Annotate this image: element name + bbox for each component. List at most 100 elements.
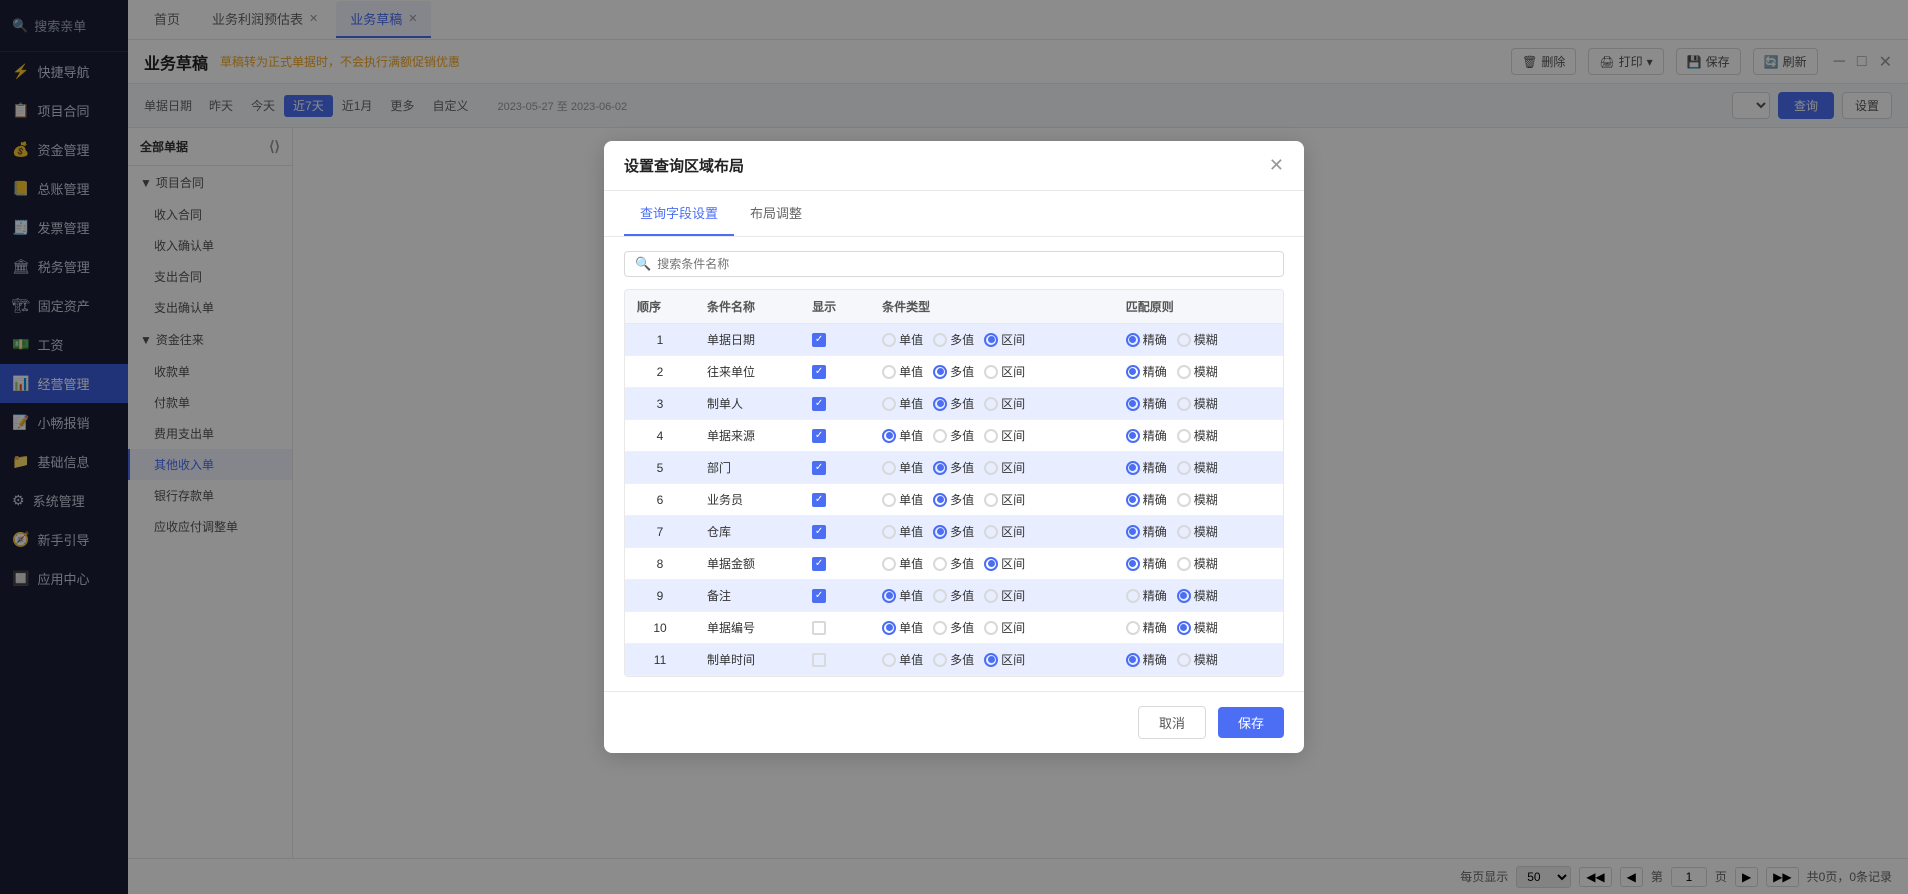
row-match-4[interactable]: 精确模糊	[1114, 452, 1283, 484]
row-type-8[interactable]: 单值多值区间	[870, 580, 1114, 612]
save-button[interactable]: 保存	[1218, 707, 1284, 738]
radio-range-7[interactable]: 区间	[984, 555, 1025, 572]
row-type-7[interactable]: 单值多值区间	[870, 548, 1114, 580]
radio-fuzzy-7[interactable]: 模糊	[1177, 555, 1218, 572]
radio-fuzzy-2[interactable]: 模糊	[1177, 395, 1218, 412]
checkbox-show-4[interactable]	[812, 461, 826, 475]
radio-single-9[interactable]: 单值	[882, 619, 923, 636]
radio-multi-8[interactable]: 多值	[933, 587, 974, 604]
checkbox-show-0[interactable]	[812, 333, 826, 347]
row-match-10[interactable]: 精确模糊	[1114, 644, 1283, 676]
row-show-3[interactable]	[800, 420, 870, 452]
row-type-1[interactable]: 单值多值区间	[870, 356, 1114, 388]
radio-fuzzy-8[interactable]: 模糊	[1177, 587, 1218, 604]
checkbox-show-8[interactable]	[812, 589, 826, 603]
radio-multi-5[interactable]: 多值	[933, 491, 974, 508]
checkbox-show-5[interactable]	[812, 493, 826, 507]
radio-range-1[interactable]: 区间	[984, 363, 1025, 380]
row-type-0[interactable]: 单值多值区间	[870, 324, 1114, 356]
radio-exact-5[interactable]: 精确	[1126, 491, 1167, 508]
row-show-7[interactable]	[800, 548, 870, 580]
radio-fuzzy-0[interactable]: 模糊	[1177, 331, 1218, 348]
radio-range-9[interactable]: 区间	[984, 619, 1025, 636]
radio-multi-3[interactable]: 多值	[933, 427, 974, 444]
radio-single-0[interactable]: 单值	[882, 331, 923, 348]
radio-single-10[interactable]: 单值	[882, 651, 923, 668]
row-type-3[interactable]: 单值多值区间	[870, 420, 1114, 452]
radio-range-4[interactable]: 区间	[984, 459, 1025, 476]
radio-multi-6[interactable]: 多值	[933, 523, 974, 540]
modal-overlay[interactable]: 设置查询区域布局 ✕ 查询字段设置布局调整 🔍 顺序条件名称显示条件类型匹配原则…	[0, 0, 1908, 894]
row-show-6[interactable]	[800, 516, 870, 548]
radio-range-8[interactable]: 区间	[984, 587, 1025, 604]
row-match-2[interactable]: 精确模糊	[1114, 388, 1283, 420]
row-type-10[interactable]: 单值多值区间	[870, 644, 1114, 676]
radio-exact-4[interactable]: 精确	[1126, 459, 1167, 476]
row-match-0[interactable]: 精确模糊	[1114, 324, 1283, 356]
row-type-2[interactable]: 单值多值区间	[870, 388, 1114, 420]
radio-range-0[interactable]: 区间	[984, 331, 1025, 348]
radio-exact-1[interactable]: 精确	[1126, 363, 1167, 380]
radio-multi-7[interactable]: 多值	[933, 555, 974, 572]
radio-single-6[interactable]: 单值	[882, 523, 923, 540]
radio-exact-0[interactable]: 精确	[1126, 331, 1167, 348]
radio-exact-6[interactable]: 精确	[1126, 523, 1167, 540]
checkbox-show-10[interactable]	[812, 653, 826, 667]
checkbox-show-7[interactable]	[812, 557, 826, 571]
radio-single-5[interactable]: 单值	[882, 491, 923, 508]
radio-fuzzy-3[interactable]: 模糊	[1177, 427, 1218, 444]
radio-single-8[interactable]: 单值	[882, 587, 923, 604]
radio-exact-9[interactable]: 精确	[1126, 619, 1167, 636]
modal-tab-0[interactable]: 查询字段设置	[624, 191, 734, 236]
row-show-10[interactable]	[800, 644, 870, 676]
row-match-9[interactable]: 精确模糊	[1114, 612, 1283, 644]
radio-multi-10[interactable]: 多值	[933, 651, 974, 668]
row-match-6[interactable]: 精确模糊	[1114, 516, 1283, 548]
radio-range-6[interactable]: 区间	[984, 523, 1025, 540]
row-match-5[interactable]: 精确模糊	[1114, 484, 1283, 516]
radio-exact-7[interactable]: 精确	[1126, 555, 1167, 572]
radio-exact-10[interactable]: 精确	[1126, 651, 1167, 668]
row-show-2[interactable]	[800, 388, 870, 420]
row-match-7[interactable]: 精确模糊	[1114, 548, 1283, 580]
radio-single-2[interactable]: 单值	[882, 395, 923, 412]
radio-exact-3[interactable]: 精确	[1126, 427, 1167, 444]
radio-single-1[interactable]: 单值	[882, 363, 923, 380]
modal-tab-1[interactable]: 布局调整	[734, 191, 818, 236]
checkbox-show-3[interactable]	[812, 429, 826, 443]
radio-fuzzy-9[interactable]: 模糊	[1177, 619, 1218, 636]
radio-multi-1[interactable]: 多值	[933, 363, 974, 380]
radio-multi-4[interactable]: 多值	[933, 459, 974, 476]
row-match-8[interactable]: 精确模糊	[1114, 580, 1283, 612]
row-match-3[interactable]: 精确模糊	[1114, 420, 1283, 452]
row-type-6[interactable]: 单值多值区间	[870, 516, 1114, 548]
row-show-9[interactable]	[800, 612, 870, 644]
row-show-8[interactable]	[800, 580, 870, 612]
radio-range-2[interactable]: 区间	[984, 395, 1025, 412]
checkbox-show-6[interactable]	[812, 525, 826, 539]
radio-fuzzy-6[interactable]: 模糊	[1177, 523, 1218, 540]
row-type-9[interactable]: 单值多值区间	[870, 612, 1114, 644]
radio-range-10[interactable]: 区间	[984, 651, 1025, 668]
row-show-5[interactable]	[800, 484, 870, 516]
radio-fuzzy-4[interactable]: 模糊	[1177, 459, 1218, 476]
radio-fuzzy-10[interactable]: 模糊	[1177, 651, 1218, 668]
radio-multi-9[interactable]: 多值	[933, 619, 974, 636]
row-match-1[interactable]: 精确模糊	[1114, 356, 1283, 388]
radio-single-3[interactable]: 单值	[882, 427, 923, 444]
radio-multi-0[interactable]: 多值	[933, 331, 974, 348]
row-show-0[interactable]	[800, 324, 870, 356]
radio-range-5[interactable]: 区间	[984, 491, 1025, 508]
checkbox-show-1[interactable]	[812, 365, 826, 379]
row-show-1[interactable]	[800, 356, 870, 388]
radio-range-3[interactable]: 区间	[984, 427, 1025, 444]
row-type-4[interactable]: 单值多值区间	[870, 452, 1114, 484]
radio-exact-2[interactable]: 精确	[1126, 395, 1167, 412]
radio-multi-2[interactable]: 多值	[933, 395, 974, 412]
row-show-4[interactable]	[800, 452, 870, 484]
checkbox-show-9[interactable]	[812, 621, 826, 635]
modal-close-button[interactable]: ✕	[1269, 155, 1284, 176]
radio-single-7[interactable]: 单值	[882, 555, 923, 572]
radio-exact-8[interactable]: 精确	[1126, 587, 1167, 604]
modal-search-input[interactable]	[657, 257, 857, 271]
